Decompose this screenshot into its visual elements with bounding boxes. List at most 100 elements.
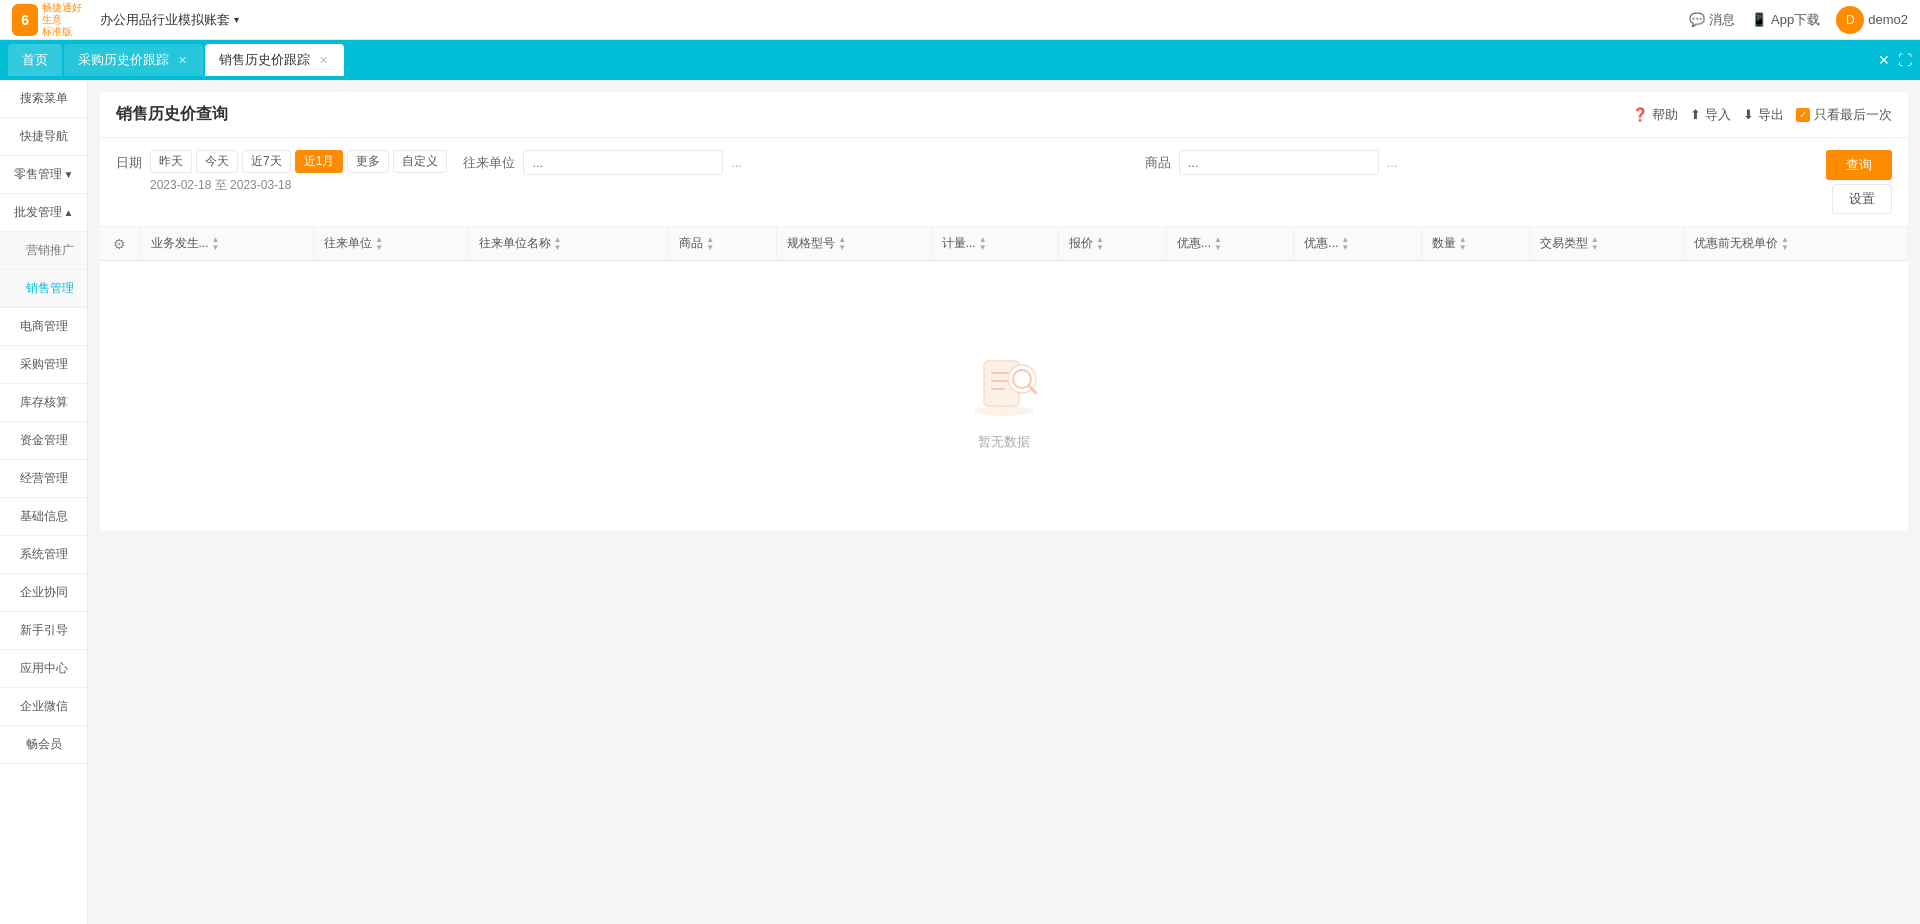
tab-sales-price[interactable]: 销售历史价跟踪 ✕ [205, 44, 344, 76]
sidebar-item-marketing-label: 营销推广 [26, 242, 74, 259]
close-tab-sales-icon[interactable]: ✕ [316, 53, 330, 67]
filter-bar: 日期 昨天 今天 近7天 近1月 更多 自定义 2023-02-18 至 202… [100, 138, 1908, 227]
import-button[interactable]: ⬆ 导入 [1690, 106, 1731, 124]
goods-input[interactable] [1179, 150, 1379, 175]
export-button[interactable]: ⬇ 导出 [1743, 106, 1784, 124]
close-window-icon[interactable]: ✕ [1878, 52, 1890, 68]
sidebar-item-member[interactable]: 畅会员 [0, 726, 87, 764]
sidebar-item-app-center[interactable]: 应用中心 [0, 650, 87, 688]
avatar: D [1836, 6, 1864, 34]
sort-icon: ▲▼ [979, 236, 987, 252]
company-selector[interactable]: 办公用品行业模拟账套 ▾ [92, 7, 247, 33]
table-col-biz-date[interactable]: 业务发生... ▲▼ [140, 227, 314, 261]
expand-window-icon[interactable]: ⛶ [1898, 52, 1912, 68]
table-header-row: ⚙ 业务发生... ▲▼ 往来 [100, 227, 1908, 261]
app-download-button[interactable]: 📱 App下载 [1751, 11, 1820, 29]
date-btn-custom[interactable]: 自定义 [393, 150, 447, 173]
sidebar-item-sales-mgmt-label: 销售管理 [26, 280, 74, 297]
sidebar-item-inventory-label: 库存核算 [20, 394, 68, 411]
sidebar-item-enterprise-wechat-label: 企业微信 [20, 698, 68, 715]
sidebar-item-inventory[interactable]: 库存核算 [0, 384, 87, 422]
sidebar-item-quick-nav-label: 快捷导航 [20, 128, 68, 145]
sidebar-item-enterprise-collab-label: 企业协同 [20, 584, 68, 601]
table-col-spec[interactable]: 规格型号 ▲▼ [777, 227, 931, 261]
table-col-quote[interactable]: 报价 ▲▼ [1058, 227, 1166, 261]
table-col-partner-name[interactable]: 往来单位名称 ▲▼ [468, 227, 669, 261]
sort-icon: ▲▼ [554, 236, 562, 252]
empty-illustration [964, 341, 1044, 421]
close-tab-purchase-icon[interactable]: ✕ [175, 53, 189, 67]
sidebar-item-purchase[interactable]: 采购管理 [0, 346, 87, 384]
settings-button[interactable]: 设置 [1832, 184, 1892, 214]
app-logo: 6 畅捷通好生意 标准版 [12, 2, 92, 38]
goods-filter-group: 商品 ... [1145, 150, 1810, 175]
sidebar-item-retail[interactable]: 零售管理 ▼ [0, 156, 87, 194]
sidebar-item-purchase-label: 采购管理 [20, 356, 68, 373]
main-layout: 搜索菜单 快捷导航 零售管理 ▼ 批发管理 ▲ 营销推广 销售管理 电商管理 采… [0, 80, 1920, 924]
sidebar-item-search[interactable]: 搜索菜单 [0, 80, 87, 118]
export-icon: ⬇ [1743, 107, 1754, 122]
sidebar-item-enterprise-collab[interactable]: 企业协同 [0, 574, 87, 612]
page-header: 销售历史价查询 ❓ 帮助 ⬆ 导入 ⬇ 导出 [100, 92, 1908, 138]
sidebar-item-search-label: 搜索菜单 [20, 90, 68, 107]
content-area: 销售历史价查询 ❓ 帮助 ⬆ 导入 ⬇ 导出 [88, 80, 1920, 924]
date-btn-7days[interactable]: 近7天 [242, 150, 291, 173]
page-card: 销售历史价查询 ❓ 帮助 ⬆ 导入 ⬇ 导出 [100, 92, 1908, 531]
sidebar-item-beginner-label: 新手引导 [20, 622, 68, 639]
table-col-trade-type[interactable]: 交易类型 ▲▼ [1529, 227, 1683, 261]
table-col-settings[interactable]: ⚙ [100, 227, 140, 261]
sort-icon: ▲▼ [1096, 236, 1104, 252]
tab-purchase-price[interactable]: 采购历史价跟踪 ✕ [64, 44, 203, 76]
date-filter-group: 日期 昨天 今天 近7天 近1月 更多 自定义 2023-02-18 至 202… [116, 150, 447, 194]
date-label: 日期 [116, 150, 142, 172]
table-col-discount2[interactable]: 优惠... ▲▼ [1294, 227, 1421, 261]
partner-label: 往来单位 [463, 154, 515, 172]
download-icon: 📱 [1751, 12, 1767, 27]
sidebar-item-member-label: 畅会员 [26, 736, 62, 753]
sort-icon: ▲▼ [706, 236, 714, 252]
sidebar-item-ecommerce[interactable]: 电商管理 [0, 308, 87, 346]
empty-state: 暂无数据 [100, 261, 1908, 531]
table-col-goods[interactable]: 商品 ▲▼ [669, 227, 777, 261]
table-col-partner[interactable]: 往来单位 ▲▼ [314, 227, 468, 261]
gear-icon: ⚙ [113, 236, 126, 252]
sidebar-item-enterprise-wechat[interactable]: 企业微信 [0, 688, 87, 726]
sidebar-item-beginner[interactable]: 新手引导 [0, 612, 87, 650]
sidebar-item-marketing[interactable]: 营销推广 [0, 232, 87, 270]
sidebar-item-quick-nav[interactable]: 快捷导航 [0, 118, 87, 156]
help-button[interactable]: ❓ 帮助 [1632, 106, 1678, 124]
query-button[interactable]: 查询 [1826, 150, 1892, 180]
only-last-checkbox[interactable]: ✓ 只看最后一次 [1796, 106, 1892, 124]
sidebar-item-basic-info[interactable]: 基础信息 [0, 498, 87, 536]
sidebar-item-wholesale-label: 批发管理 [14, 204, 62, 221]
table-col-pretax-price[interactable]: 优惠前无税单价 ▲▼ [1684, 227, 1908, 261]
sidebar-item-operations[interactable]: 经营管理 [0, 460, 87, 498]
chevron-down-icon: ▾ [234, 14, 239, 25]
date-btn-today[interactable]: 今天 [196, 150, 238, 173]
sidebar-item-finance-label: 资金管理 [20, 432, 68, 449]
table-col-qty[interactable]: 数量 ▲▼ [1421, 227, 1529, 261]
user-menu-button[interactable]: D demo2 [1836, 6, 1908, 34]
table-col-unit[interactable]: 计量... ▲▼ [931, 227, 1058, 261]
tab-home[interactable]: 首页 [8, 44, 62, 76]
date-options: 昨天 今天 近7天 近1月 更多 自定义 2023-02-18 至 2023-0… [150, 150, 447, 194]
sidebar-item-retail-label: 零售管理 [14, 166, 62, 183]
sidebar-item-sales-mgmt[interactable]: 销售管理 [0, 270, 87, 308]
sort-icon: ▲▼ [1214, 236, 1222, 252]
sort-icon: ▲▼ [1781, 236, 1789, 252]
table-col-discount1[interactable]: 优惠... ▲▼ [1166, 227, 1293, 261]
partner-input[interactable] [523, 150, 723, 175]
sidebar-item-system[interactable]: 系统管理 [0, 536, 87, 574]
date-btn-1month[interactable]: 近1月 [295, 150, 344, 173]
page-content: 销售历史价查询 ❓ 帮助 ⬆ 导入 ⬇ 导出 [88, 80, 1920, 924]
chevron-down-icon: ▼ [64, 169, 74, 180]
date-btn-yesterday[interactable]: 昨天 [150, 150, 192, 173]
sidebar-item-finance[interactable]: 资金管理 [0, 422, 87, 460]
date-btn-more[interactable]: 更多 [347, 150, 389, 173]
sidebar-item-wholesale[interactable]: 批发管理 ▲ [0, 194, 87, 232]
sidebar-item-operations-label: 经营管理 [20, 470, 68, 487]
message-icon: 💬 [1689, 12, 1705, 27]
message-button[interactable]: 💬 消息 [1689, 11, 1735, 29]
sort-icon: ▲▼ [375, 236, 383, 252]
sort-icon: ▲▼ [838, 236, 846, 252]
